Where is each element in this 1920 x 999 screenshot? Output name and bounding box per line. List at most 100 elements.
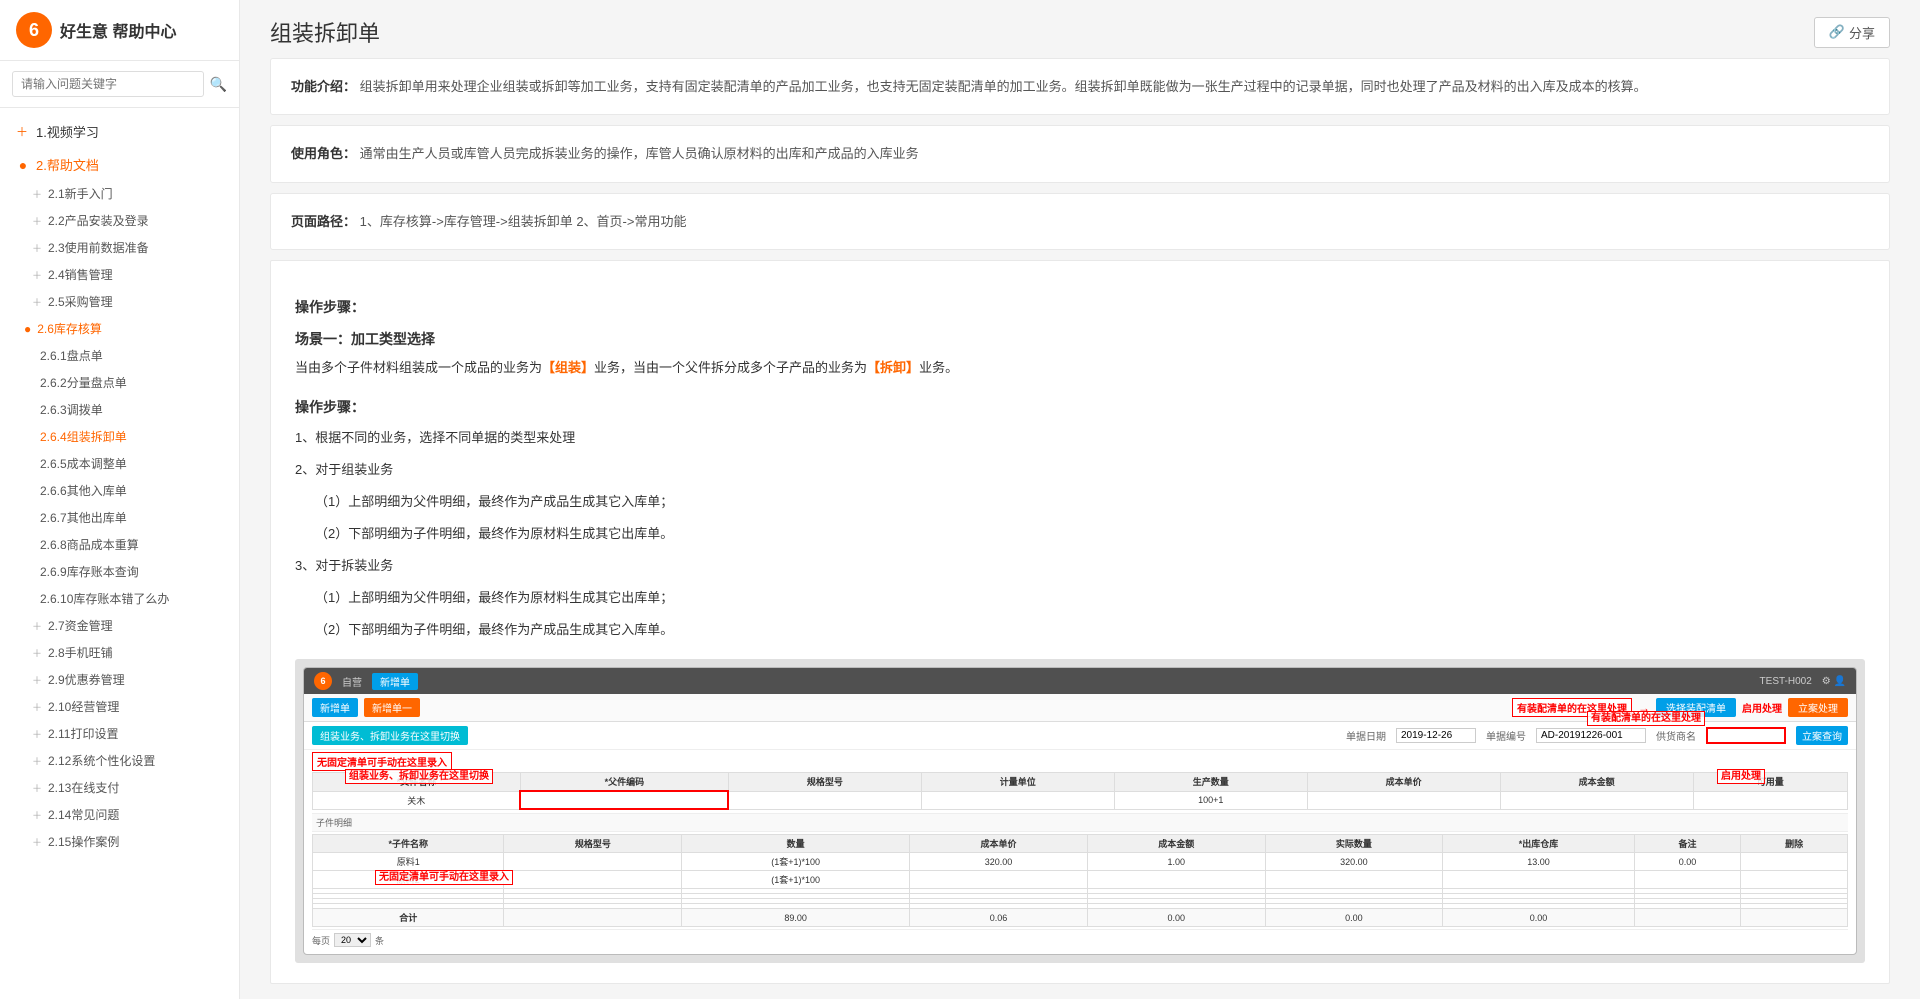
- intro-text: 组装拆卸单用来处理企业组装或拆卸等加工业务，支持有固定装配清单的产品加工业务，也…: [360, 79, 1647, 94]
- sidebar-item-video-label: 1.视频学习: [36, 122, 99, 141]
- sidebar-item-stock-count[interactable]: 2.6.1盘点单: [0, 342, 239, 369]
- sidebar-item-coupon[interactable]: ＋ 2.9优惠券管理: [0, 666, 239, 693]
- table-row: 原料2 (1套+1)*100: [313, 871, 1848, 889]
- annotation-overlay-top: 有装配清单的在这里处理: [1587, 709, 1705, 724]
- plus-icon-small: ＋: [32, 834, 42, 849]
- sidebar-item-custom[interactable]: ＋ 2.12系统个性化设置: [0, 747, 239, 774]
- ss-date-input[interactable]: [1396, 728, 1476, 743]
- step3-sub1: （1）上部明细为父件明细，最终作为原材料生成其它出库单；: [315, 585, 1865, 611]
- sidebar-item-sales[interactable]: ＋ 2.4销售管理: [0, 261, 239, 288]
- ss-child-table: *子件名称 规格型号 数量 成本单价 成本金额 实际数量 *出库仓库 备注 删除: [312, 834, 1848, 927]
- share-button[interactable]: 🔗 分享: [1814, 17, 1890, 48]
- ss-icons: ⚙ 👤: [1822, 676, 1846, 687]
- sidebar-item-help-doc-label: 2.帮助文档: [36, 155, 99, 174]
- sidebar-item-data-prep[interactable]: ＋ 2.3使用前数据准备: [0, 234, 239, 261]
- plus-icon-small: ＋: [32, 240, 42, 255]
- ss-field-label2: 单据编号: [1486, 728, 1526, 743]
- table-row: 关木 100+1: [313, 791, 1848, 809]
- ss-title: 自营: [342, 674, 362, 689]
- ss-btn-confirm[interactable]: 立案处理: [1788, 698, 1848, 717]
- annotation-overlay-enable: 启用处理: [1717, 767, 1765, 782]
- logo-icon: 6: [16, 12, 52, 48]
- nav-sub-sub-items-inventory: 2.6.1盘点单 2.6.2分量盘点单 2.6.3调拨单 2.6.4组装拆卸单 …: [0, 342, 239, 612]
- sidebar-item-inventory[interactable]: ● 2.6库存核算: [0, 315, 239, 342]
- ss-btn-prev[interactable]: 新增单一: [364, 698, 420, 717]
- sidebar-item-inventory-label: 2.6库存核算: [37, 320, 102, 337]
- sidebar-item-install-label: 2.2产品安装及登录: [48, 212, 149, 229]
- sidebar-item-video[interactable]: ＋ 1.视频学习: [0, 116, 239, 147]
- sidebar-item-cost-adjust[interactable]: 2.6.5成本调整单: [0, 450, 239, 477]
- share-icon: 🔗: [1829, 24, 1845, 40]
- plus-icon-small: ＋: [32, 753, 42, 768]
- ss-page-size[interactable]: 20: [334, 933, 371, 947]
- ss-field-label1: 单据日期: [1346, 728, 1386, 743]
- sidebar-item-ledger-error[interactable]: 2.6.10库存账本错了么办: [0, 585, 239, 612]
- ss-titlebar-id: TEST-H002: [1760, 676, 1812, 687]
- sidebar-item-install[interactable]: ＋ 2.2产品安装及登录: [0, 207, 239, 234]
- ss-btn-new[interactable]: 新增单: [312, 698, 358, 717]
- sidebar-item-online-pay[interactable]: ＋ 2.13在线支付: [0, 774, 239, 801]
- sidebar-item-faq[interactable]: ＋ 2.14常见问题: [0, 801, 239, 828]
- search-button[interactable]: 🔍: [210, 76, 227, 93]
- app-title: 好生意 帮助中心: [60, 18, 176, 42]
- plus-icon-small: ＋: [32, 780, 42, 795]
- table-row: 原料1 (1套+1)*100 320.00 1.00 320.00 13.00 …: [313, 853, 1848, 871]
- sidebar-item-print[interactable]: ＋ 2.11打印设置: [0, 720, 239, 747]
- sidebar-header: 6 好生意 帮助中心: [0, 0, 239, 61]
- steps-heading: 操作步骤：: [295, 397, 1865, 417]
- scenario1-desc: 当由多个子件材料组装成一个成品的业务为【组装】业务，当由一个父件拆分成多个子产品…: [295, 355, 1865, 381]
- sidebar-item-split-count[interactable]: 2.6.2分量盘点单: [0, 369, 239, 396]
- sidebar-item-newbie[interactable]: ＋ 2.1新手入门: [0, 180, 239, 207]
- sidebar-item-sales-label: 2.4销售管理: [48, 266, 113, 283]
- ss-pagination: 每页: [312, 934, 330, 947]
- plus-icon-small: ＋: [32, 618, 42, 633]
- sidebar-item-mobile[interactable]: ＋ 2.8手机旺铺: [0, 639, 239, 666]
- path-text: 1、库存核算->库存管理->组装拆卸单 2、首页->常用功能: [360, 214, 687, 229]
- step3: 3、对于拆装业务: [295, 553, 1865, 579]
- ss-supplier-input[interactable]: [1706, 727, 1786, 744]
- role-text: 通常由生产人员或库管人员完成拆装业务的操作，库管人员确认原材料的出库和产成品的入…: [360, 146, 919, 161]
- search-box: 🔍: [0, 61, 239, 108]
- sidebar-item-adjust[interactable]: 2.6.3调拨单: [0, 396, 239, 423]
- sidebar-item-operation[interactable]: ＋ 2.10经营管理: [0, 693, 239, 720]
- path-block: 页面路径： 1、库存核算->库存管理->组装拆卸单 2、首页->常用功能: [270, 193, 1890, 250]
- main-header: 组装拆卸单 🔗 分享: [240, 0, 1920, 58]
- ops-heading: 操作步骤：: [295, 297, 1865, 317]
- plus-icon-small: ＋: [32, 726, 42, 741]
- plus-icon-small: ＋: [32, 645, 42, 660]
- ss-new-tab[interactable]: 新增单: [372, 673, 418, 690]
- sidebar-item-other-in[interactable]: 2.6.6其他入库单: [0, 477, 239, 504]
- step2-sub1: （1）上部明细为父件明细，最终作为产成品生成其它入库单；: [315, 489, 1865, 515]
- plus-icon-small: ＋: [32, 294, 42, 309]
- scenario1-heading: 场景一：加工类型选择: [295, 329, 1865, 349]
- sidebar-item-other-out[interactable]: 2.6.7其他出库单: [0, 504, 239, 531]
- main-content: 组装拆卸单 🔗 分享 功能介绍： 组装拆卸单用来处理企业组装或拆卸等加工业务，支…: [240, 0, 1920, 999]
- role-block: 使用角色： 通常由生产人员或库管人员完成拆装业务的操作，库管人员确认原材料的出库…: [270, 125, 1890, 182]
- sidebar-item-assembly[interactable]: 2.6.4组装拆卸单: [0, 423, 239, 450]
- annotation-overlay-switch: 组装业务、拆卸业务在这里切换: [345, 767, 493, 782]
- plus-icon-small: ＋: [32, 807, 42, 822]
- minus-icon: ●: [16, 157, 30, 173]
- sidebar-item-help-doc[interactable]: ● 2.帮助文档: [0, 149, 239, 180]
- intro-block: 功能介绍： 组装拆卸单用来处理企业组装或拆卸等加工业务，支持有固定装配清单的产品…: [270, 58, 1890, 115]
- plus-icon-small: ＋: [32, 672, 42, 687]
- path-label: 页面路径：: [291, 214, 356, 229]
- ss-id-input[interactable]: [1536, 728, 1646, 743]
- step2-sub2: （2）下部明细为子件明细，最终作为原材料生成其它出库单。: [315, 521, 1865, 547]
- ss-annotation-right: 启用处理: [1742, 700, 1782, 715]
- screenshot-wrapper: 6 自营 新增单 TEST-H002 ⚙ 👤 新增单 新增单一 有装配清单的在这…: [295, 659, 1865, 963]
- search-input[interactable]: [12, 71, 204, 97]
- content-area: 功能介绍： 组装拆卸单用来处理企业组装或拆卸等加工业务，支持有固定装配清单的产品…: [240, 58, 1920, 999]
- role-label: 使用角色：: [291, 146, 356, 161]
- share-btn-label: 分享: [1849, 23, 1875, 42]
- plus-icon-small: ＋: [32, 267, 42, 282]
- sidebar: 6 好生意 帮助中心 🔍 ＋ 1.视频学习 ● 2.帮助文档 ＋ 2.1新手入门: [0, 0, 240, 999]
- ss-search-btn[interactable]: 立案查询: [1796, 726, 1848, 745]
- sidebar-item-ledger-check[interactable]: 2.6.9库存账本查询: [0, 558, 239, 585]
- sidebar-item-capital[interactable]: ＋ 2.7资金管理: [0, 612, 239, 639]
- sidebar-item-cost-calc[interactable]: 2.6.8商品成本重算: [0, 531, 239, 558]
- ops-section: 操作步骤： 场景一：加工类型选择 当由多个子件材料组装成一个成品的业务为【组装】…: [270, 260, 1890, 984]
- sidebar-item-purchase[interactable]: ＋ 2.5采购管理: [0, 288, 239, 315]
- highlight-assembly: 【组装】: [542, 360, 594, 375]
- sidebar-item-cases[interactable]: ＋ 2.15操作案例: [0, 828, 239, 855]
